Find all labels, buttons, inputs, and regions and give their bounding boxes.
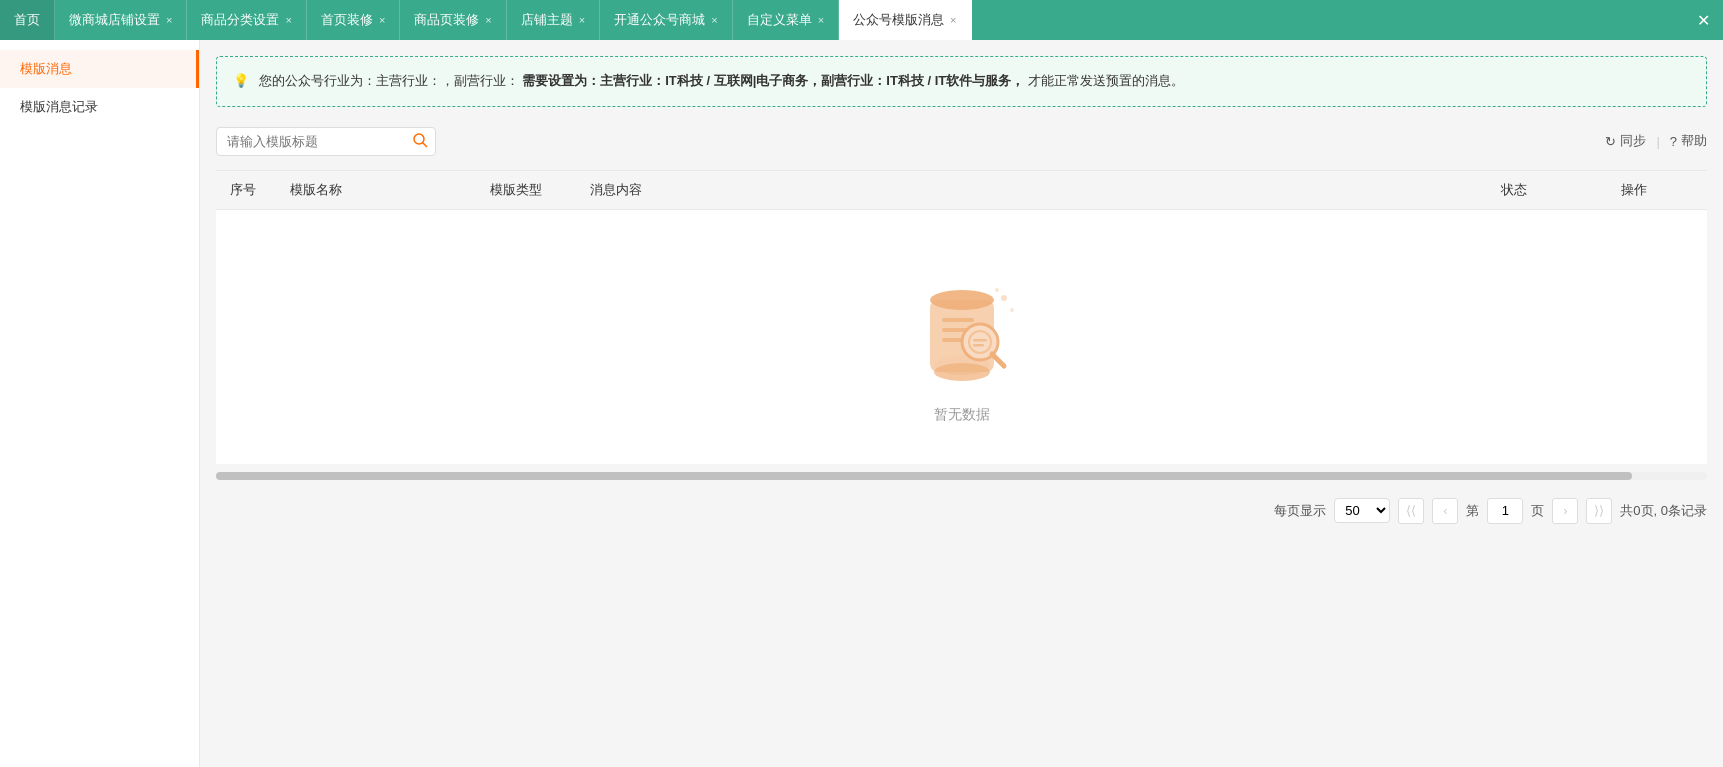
svg-rect-6 — [942, 318, 974, 322]
col-actions: 操作 — [1607, 170, 1707, 209]
content-area: 💡 您的公众号行业为：主营行业：，副营行业： 需要设置为：主营行业：IT科技 /… — [200, 40, 1723, 767]
help-button[interactable]: ? 帮助 — [1670, 132, 1707, 150]
tab-product-category[interactable]: 商品分类设置 × — [187, 0, 306, 40]
search-left — [216, 127, 436, 156]
sidebar: 模版消息 模版消息记录 — [0, 40, 200, 767]
tab-shop-theme[interactable]: 店铺主题 × — [507, 0, 600, 40]
horizontal-scrollbar[interactable] — [216, 472, 1707, 480]
tab-home-label: 首页 — [14, 11, 40, 29]
notice-suffix: 才能正常发送预置的消息。 — [1028, 73, 1184, 88]
svg-rect-12 — [973, 339, 987, 342]
first-page-button[interactable]: ⟨⟨ — [1398, 498, 1424, 524]
sidebar-item-label: 模版消息记录 — [20, 99, 98, 114]
sync-label: 同步 — [1620, 132, 1646, 150]
per-page-label: 每页显示 — [1274, 502, 1326, 520]
tab-label: 首页装修 — [321, 11, 373, 29]
tab-home-decoration[interactable]: 首页装修 × — [307, 0, 400, 40]
window-close-button[interactable]: ✕ — [1683, 0, 1723, 40]
tab-micro-shop-settings[interactable]: 微商城店铺设置 × — [55, 0, 187, 40]
sync-button[interactable]: ↻ 同步 — [1605, 132, 1646, 150]
tab-close-icon[interactable]: × — [711, 14, 717, 26]
svg-point-15 — [1010, 308, 1014, 312]
svg-point-14 — [1001, 295, 1007, 301]
search-icon — [412, 132, 428, 148]
total-text: 共0页, 0条记录 — [1620, 502, 1707, 520]
search-input-wrap — [216, 127, 436, 156]
svg-point-16 — [995, 288, 999, 292]
tab-label: 微商城店铺设置 — [69, 11, 160, 29]
tab-label: 商品分类设置 — [201, 11, 279, 29]
tab-label: 自定义菜单 — [747, 11, 812, 29]
tab-custom-menu[interactable]: 自定义菜单 × — [733, 0, 839, 40]
tab-close-icon[interactable]: × — [950, 14, 956, 26]
search-input[interactable] — [216, 127, 436, 156]
sync-icon: ↻ — [1605, 134, 1616, 149]
search-button[interactable] — [412, 132, 428, 151]
col-name: 模版名称 — [276, 170, 476, 209]
tab-label: 开通公众号商城 — [614, 11, 705, 29]
notice-icon: 💡 — [233, 73, 249, 88]
data-table: 序号 模版名称 模版类型 消息内容 状态 操作 — [216, 170, 1707, 464]
scrollbar-thumb[interactable] — [216, 472, 1632, 480]
tab-template-msg[interactable]: 公众号模版消息 × — [839, 0, 971, 40]
empty-illustration — [902, 270, 1022, 390]
page-suffix: 页 — [1531, 502, 1544, 520]
tab-close-icon[interactable]: × — [818, 14, 824, 26]
tab-close-icon[interactable]: × — [579, 14, 585, 26]
next-page-button[interactable]: › — [1552, 498, 1578, 524]
tab-home[interactable]: 首页 — [0, 0, 55, 40]
empty-row: 暂无数据 — [216, 209, 1707, 464]
sidebar-item-template-message[interactable]: 模版消息 — [0, 50, 199, 88]
prev-page-button[interactable]: ‹ — [1432, 498, 1458, 524]
tab-close-icon[interactable]: × — [485, 14, 491, 26]
tab-close-icon[interactable]: × — [379, 14, 385, 26]
col-index: 序号 — [216, 170, 276, 209]
help-icon: ? — [1670, 134, 1677, 149]
search-right: ↻ 同步 | ? 帮助 — [1605, 132, 1707, 150]
col-status: 状态 — [1487, 170, 1607, 209]
tab-label: 公众号模版消息 — [853, 11, 944, 29]
sidebar-item-template-message-record[interactable]: 模版消息记录 — [0, 88, 199, 126]
page-label: 第 — [1466, 502, 1479, 520]
main-layout: 模版消息 模版消息记录 💡 您的公众号行业为：主营行业：，副营行业： 需要设置为… — [0, 40, 1723, 767]
sidebar-item-label: 模版消息 — [20, 61, 72, 76]
tab-product-decoration[interactable]: 商品页装修 × — [400, 0, 506, 40]
tab-close-icon[interactable]: × — [166, 14, 172, 26]
empty-state: 暂无数据 — [216, 210, 1707, 464]
pagination: 每页显示 50 20 100 ⟨⟨ ‹ 第 页 › ⟩⟩ 共0页, 0条记录 — [216, 488, 1707, 534]
tab-label: 商品页装修 — [414, 11, 479, 29]
svg-point-5 — [934, 363, 990, 381]
col-type: 模版类型 — [476, 170, 576, 209]
tab-open-mall[interactable]: 开通公众号商城 × — [600, 0, 732, 40]
svg-point-4 — [930, 290, 994, 310]
tab-bar: 首页 微商城店铺设置 × 商品分类设置 × 首页装修 × 商品页装修 × 店铺主… — [0, 0, 1723, 40]
table-header-row: 序号 模版名称 模版类型 消息内容 状态 操作 — [216, 170, 1707, 209]
empty-text: 暂无数据 — [216, 406, 1707, 424]
svg-line-1 — [423, 143, 427, 147]
svg-rect-13 — [973, 344, 984, 347]
search-bar: ↻ 同步 | ? 帮助 — [216, 127, 1707, 156]
last-page-button[interactable]: ⟩⟩ — [1586, 498, 1612, 524]
divider: | — [1656, 134, 1659, 149]
page-input[interactable] — [1487, 498, 1523, 524]
per-page-select[interactable]: 50 20 100 — [1334, 498, 1390, 523]
col-content: 消息内容 — [576, 170, 1487, 209]
notice-box: 💡 您的公众号行业为：主营行业：，副营行业： 需要设置为：主营行业：IT科技 /… — [216, 56, 1707, 107]
notice-highlight: 需要设置为：主营行业：IT科技 / 互联网|电子商务，副营行业：IT科技 / I… — [522, 73, 1024, 88]
tab-close-icon[interactable]: × — [285, 14, 291, 26]
tab-label: 店铺主题 — [521, 11, 573, 29]
notice-prefix: 您的公众号行业为：主营行业：，副营行业： — [259, 73, 519, 88]
help-label: 帮助 — [1681, 132, 1707, 150]
